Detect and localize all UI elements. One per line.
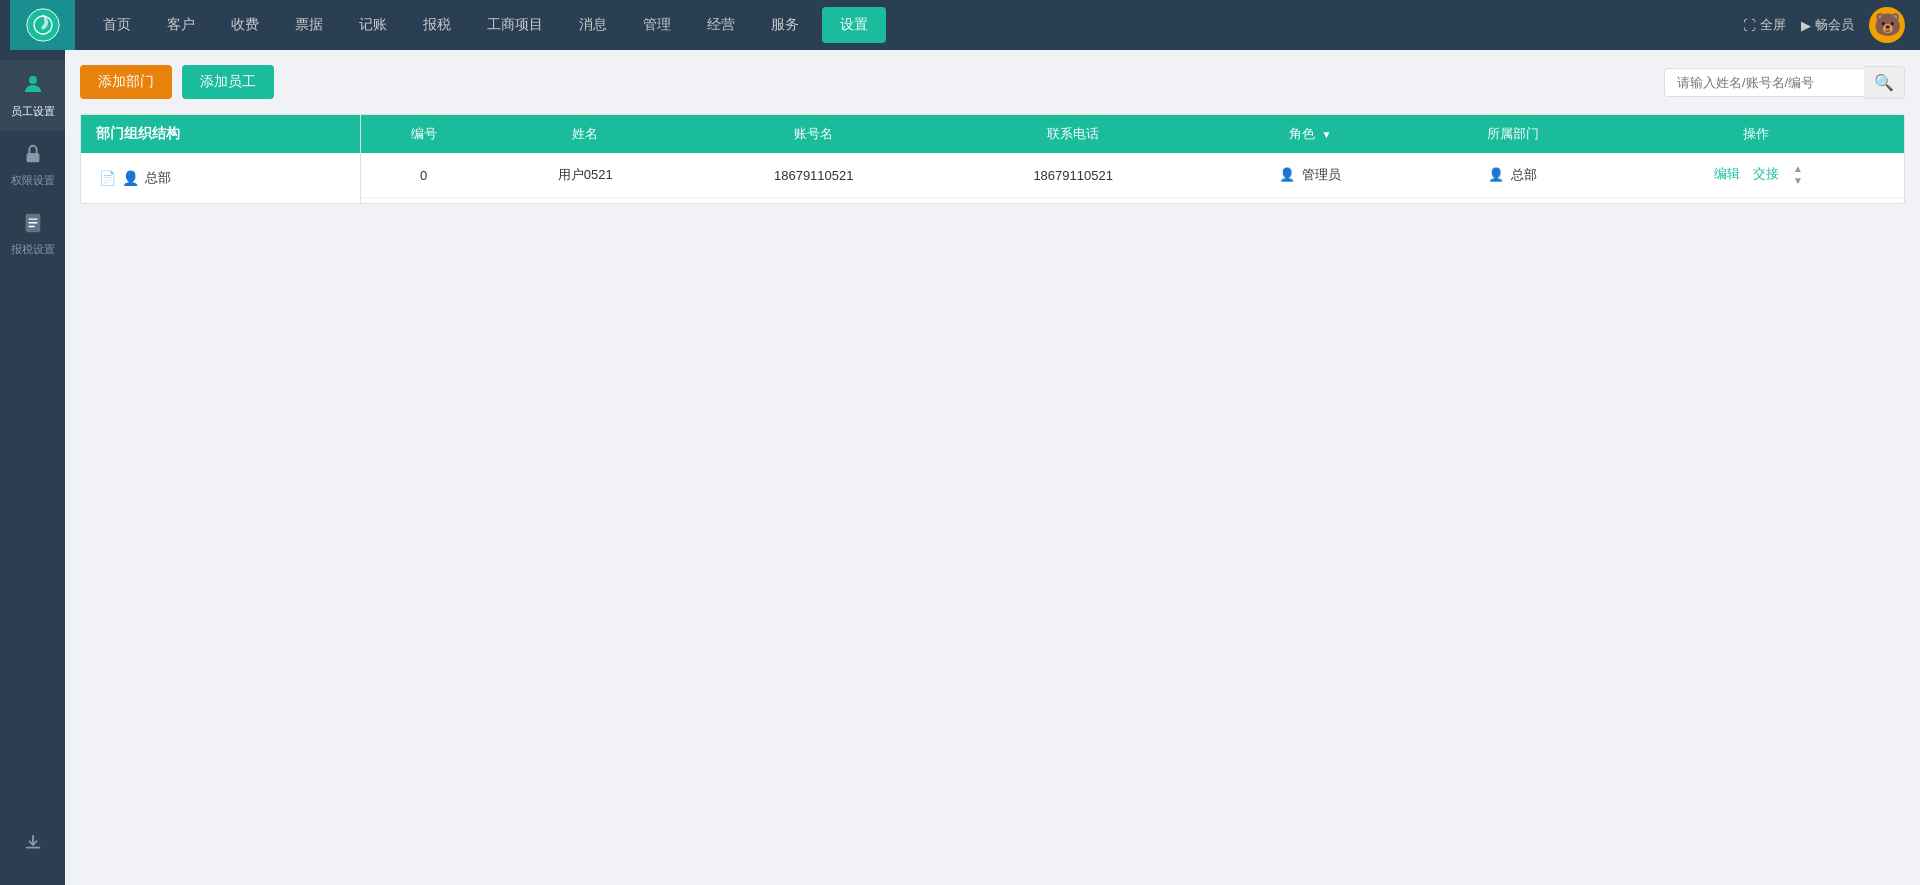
logo[interactable] (10, 0, 75, 50)
download-icon (22, 832, 44, 858)
sidebar-item-tax-report[interactable]: 报税设置 (0, 200, 65, 269)
nav-items: 首页 客户 收费 票据 记账 报税 工商项目 消息 管理 经营 服务 设置 (85, 0, 1743, 50)
cell-dept: 👤 总部 (1417, 153, 1607, 198)
col-role: 角色 ▼ (1203, 115, 1418, 153)
svg-rect-2 (26, 153, 39, 162)
nav-item-tax[interactable]: 报税 (405, 0, 469, 50)
search-icon: 🔍 (1874, 74, 1894, 91)
cell-number: 0 (361, 153, 486, 198)
edit-link[interactable]: 编辑 (1714, 166, 1740, 181)
nav-item-message[interactable]: 消息 (561, 0, 625, 50)
main-layout: 员工设置 权限设置 报税设置 (0, 50, 1920, 885)
sidebar-bottom (22, 820, 44, 885)
user-group-icon: 👤 (122, 170, 139, 186)
search-input[interactable] (1664, 68, 1864, 97)
tax-report-icon (22, 212, 44, 238)
handover-link[interactable]: 交接 (1753, 166, 1779, 181)
vip-icon: ▶ (1801, 18, 1811, 33)
dept-icon: 👤 (1488, 167, 1504, 182)
col-name: 姓名 (486, 115, 684, 153)
table-row: 0 用户0521 18679110521 18679110521 👤 管理员 👤… (361, 153, 1904, 198)
svg-rect-7 (25, 847, 40, 849)
nav-item-manage[interactable]: 管理 (625, 0, 689, 50)
search-button[interactable]: 🔍 (1864, 66, 1905, 99)
fullscreen-button[interactable]: ⛶ 全屏 (1743, 16, 1786, 34)
file-icon: 📄 (99, 170, 116, 186)
nav-item-invoice[interactable]: 票据 (277, 0, 341, 50)
employee-table: 编号 姓名 账号名 联系电话 角色 ▼ 所属部门 操作 (361, 115, 1904, 198)
col-account: 账号名 (684, 115, 943, 153)
filter-icon[interactable]: ▼ (1322, 129, 1332, 140)
table-panel: 编号 姓名 账号名 联系电话 角色 ▼ 所属部门 操作 (361, 115, 1904, 203)
scroll-down-arrow[interactable]: ▼ (1793, 175, 1803, 187)
nav-item-customer[interactable]: 客户 (149, 0, 213, 50)
nav-right: ⛶ 全屏 ▶ 畅会员 🐻 (1743, 7, 1920, 43)
toolbar: 添加部门 添加员工 🔍 (80, 65, 1905, 99)
col-phone: 联系电话 (943, 115, 1202, 153)
svg-point-1 (29, 76, 37, 84)
sidebar-item-permission[interactable]: 权限设置 (0, 131, 65, 200)
table-body: 0 用户0521 18679110521 18679110521 👤 管理员 👤… (361, 153, 1904, 198)
nav-item-home[interactable]: 首页 (85, 0, 149, 50)
search-area: 🔍 (1664, 66, 1905, 99)
col-number: 编号 (361, 115, 486, 153)
tree-item-label: 总部 (145, 169, 171, 187)
fullscreen-icon: ⛶ (1743, 18, 1756, 33)
cell-role: 👤 管理员 (1203, 153, 1418, 198)
main-content: 添加部门 添加员工 🔍 部门组织结构 📄 👤 总部 (65, 50, 1920, 885)
tree-body: 📄 👤 总部 (81, 153, 360, 203)
employee-icon (21, 72, 45, 100)
col-action: 操作 (1608, 115, 1904, 153)
role-icon: 👤 (1279, 167, 1295, 182)
vip-button[interactable]: ▶ 畅会员 (1801, 16, 1854, 34)
sidebar-item-employee[interactable]: 员工设置 (0, 60, 65, 131)
nav-item-billing[interactable]: 收费 (213, 0, 277, 50)
nav-item-service[interactable]: 服务 (753, 0, 817, 50)
cell-action: 编辑 交接 ▲ ▼ (1608, 153, 1904, 198)
svg-rect-6 (28, 226, 34, 227)
content-area: 部门组织结构 📄 👤 总部 编号 姓名 账号名 (80, 114, 1905, 204)
tree-panel: 部门组织结构 📄 👤 总部 (81, 115, 361, 203)
cell-name: 用户0521 (486, 153, 684, 198)
add-dept-button[interactable]: 添加部门 (80, 65, 172, 99)
svg-rect-4 (28, 218, 37, 219)
nav-item-settings[interactable]: 设置 (822, 7, 886, 43)
table-header: 编号 姓名 账号名 联系电话 角色 ▼ 所属部门 操作 (361, 115, 1904, 153)
sidebar: 员工设置 权限设置 报税设置 (0, 50, 65, 885)
nav-item-bookkeeping[interactable]: 记账 (341, 0, 405, 50)
nav-item-operation[interactable]: 经营 (689, 0, 753, 50)
tree-item-root[interactable]: 📄 👤 总部 (91, 163, 350, 193)
sidebar-item-download[interactable] (22, 820, 44, 870)
svg-rect-5 (28, 222, 37, 223)
avatar[interactable]: 🐻 (1869, 7, 1905, 43)
add-employee-button[interactable]: 添加员工 (182, 65, 274, 99)
top-navigation: 首页 客户 收费 票据 记账 报税 工商项目 消息 管理 经营 服务 设置 ⛶ … (0, 0, 1920, 50)
col-dept: 所属部门 (1417, 115, 1607, 153)
scroll-up-arrow[interactable]: ▲ (1793, 163, 1803, 175)
cell-account: 18679110521 (684, 153, 943, 198)
tree-header: 部门组织结构 (81, 115, 360, 153)
lock-icon (22, 143, 44, 169)
nav-item-business[interactable]: 工商项目 (469, 0, 561, 50)
cell-phone: 18679110521 (943, 153, 1202, 198)
